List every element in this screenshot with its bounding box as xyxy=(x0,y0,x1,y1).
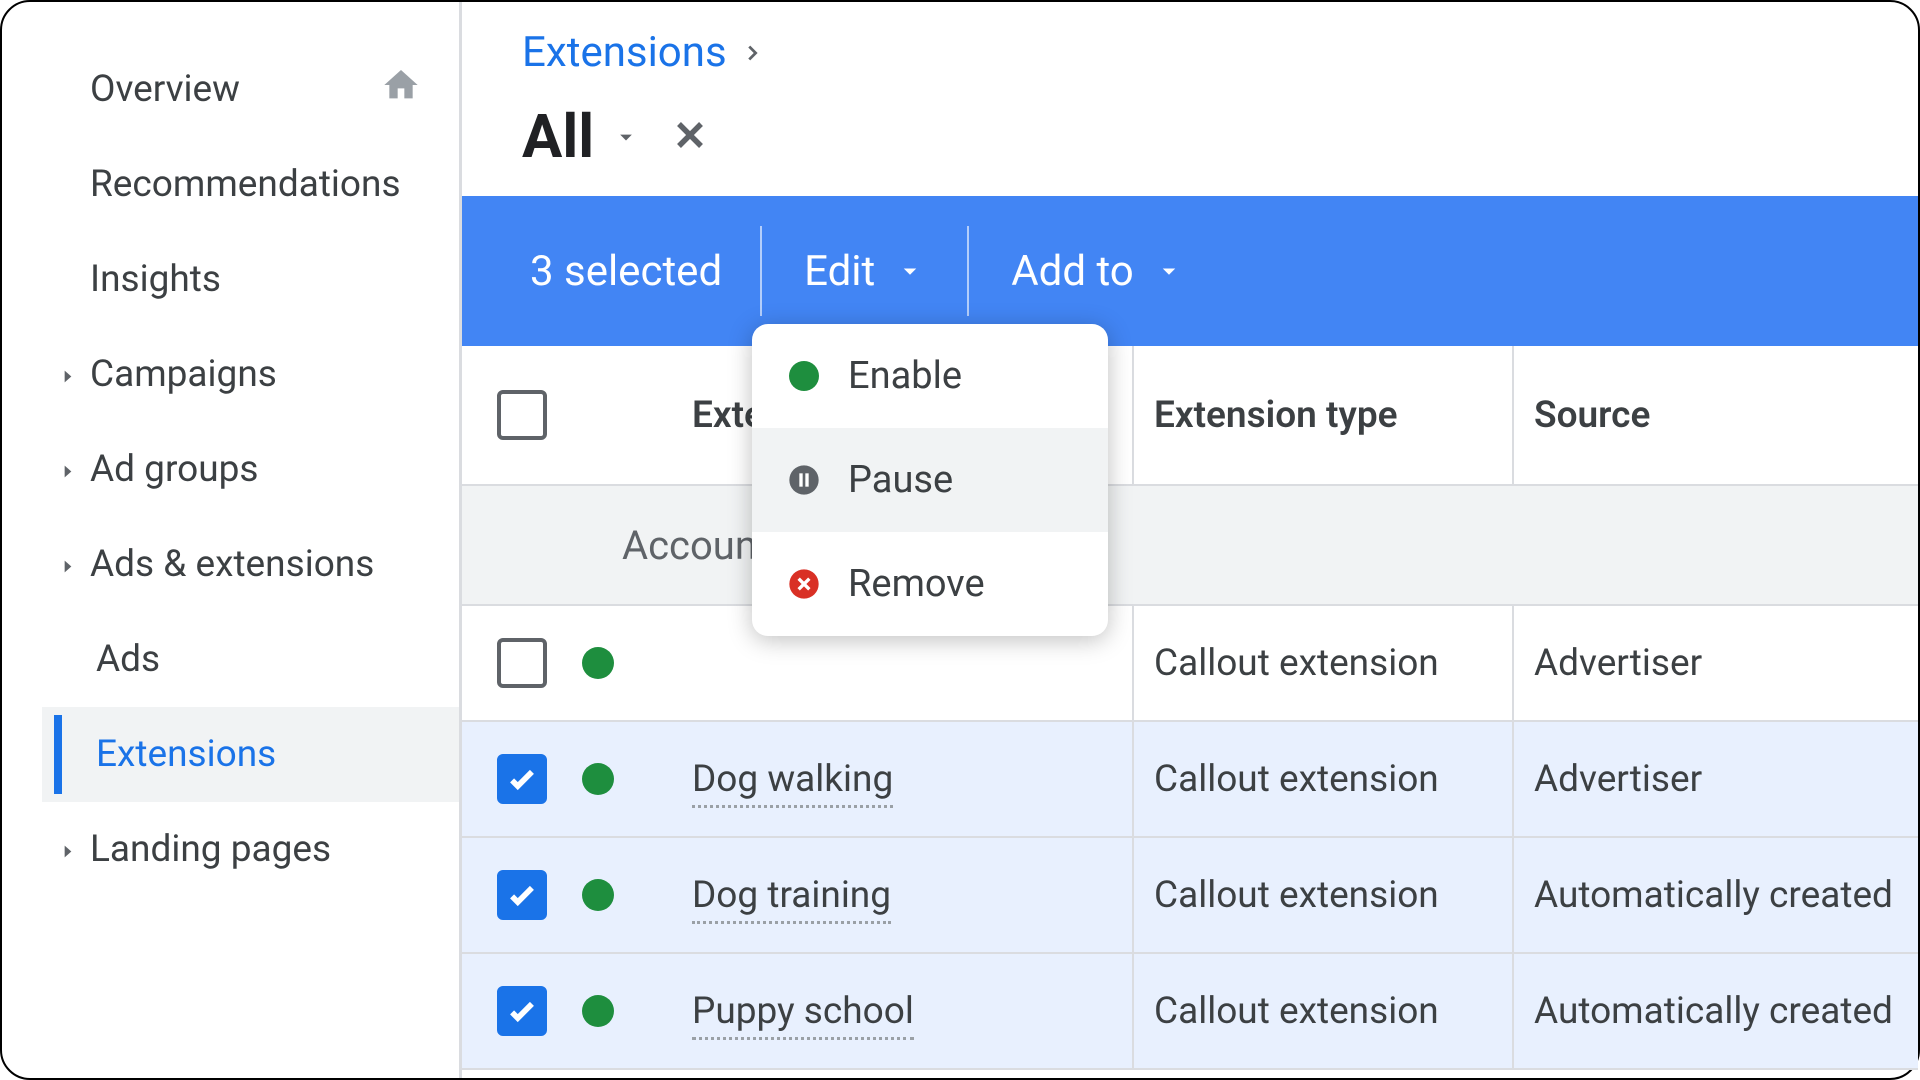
extensions-table: Extension Extension type Source Account … xyxy=(462,346,1918,1078)
table-header-row: Extension Extension type Source xyxy=(462,346,1918,486)
sidebar-item-recommendations[interactable]: Recommendations xyxy=(42,137,459,232)
sidebar-item-overview[interactable]: Overview xyxy=(42,42,459,137)
sidebar-item-insights[interactable]: Insights xyxy=(42,232,459,327)
add-to-dropdown-button[interactable]: Add to xyxy=(979,247,1215,296)
chevron-right-icon xyxy=(58,448,78,491)
status-enabled-icon xyxy=(582,647,614,679)
extension-name-link[interactable]: Dog training xyxy=(692,874,891,924)
group-label: Account xyxy=(622,522,770,569)
sidebar-item-label: Ad groups xyxy=(90,448,259,491)
chevron-right-icon xyxy=(58,543,78,586)
row-checkbox[interactable] xyxy=(497,638,547,688)
select-all-checkbox[interactable] xyxy=(497,390,547,440)
table-row: Dog walking Callout extension Advertiser xyxy=(462,722,1918,838)
breadcrumb: Extensions xyxy=(462,2,1918,95)
close-filter-button[interactable] xyxy=(668,113,712,161)
sidebar-item-ads-and-extensions[interactable]: Ads & extensions xyxy=(42,517,459,612)
cell-extension-type: Callout extension xyxy=(1132,606,1512,720)
sidebar-item-label: Campaigns xyxy=(90,353,277,396)
divider xyxy=(967,226,969,316)
bulk-action-bar: 3 selected Edit Add to xyxy=(462,196,1918,346)
table-row: Callout extension Advertiser xyxy=(462,606,1918,722)
chevron-down-icon xyxy=(612,123,640,151)
sidebar-item-ad-groups[interactable]: Ad groups xyxy=(42,422,459,517)
column-header-source[interactable]: Source xyxy=(1512,346,1912,484)
sidebar-item-ads[interactable]: Ads xyxy=(42,612,459,707)
chevron-down-icon xyxy=(1154,256,1184,286)
breadcrumb-label: Extensions xyxy=(522,28,727,77)
sidebar-item-landing-pages[interactable]: Landing pages xyxy=(42,802,459,897)
cell-source: Automatically created xyxy=(1512,954,1912,1068)
sidebar-item-label: Ads & extensions xyxy=(90,543,374,586)
row-checkbox[interactable] xyxy=(497,754,547,804)
row-checkbox[interactable] xyxy=(497,986,547,1036)
add-to-label: Add to xyxy=(1011,247,1133,296)
remove-circle-icon xyxy=(786,568,822,600)
close-icon xyxy=(668,113,712,157)
sidebar-item-extensions[interactable]: Extensions xyxy=(42,707,459,802)
table-group-row: Account xyxy=(462,486,1918,606)
row-checkbox[interactable] xyxy=(497,870,547,920)
cell-extension-type: Callout extension xyxy=(1132,722,1512,836)
chevron-right-icon xyxy=(741,42,763,64)
dropdown-item-label: Enable xyxy=(848,354,962,398)
sidebar: Overview Recommendations Insights Campai… xyxy=(2,2,462,1078)
table-row: Dog training Callout extension Automatic… xyxy=(462,838,1918,954)
status-enabled-icon xyxy=(582,995,614,1027)
dropdown-item-enable[interactable]: Enable xyxy=(752,324,1108,428)
home-icon xyxy=(381,65,421,115)
edit-dropdown-button[interactable]: Edit xyxy=(772,247,957,296)
dropdown-item-label: Remove xyxy=(848,562,985,606)
dropdown-item-label: Pause xyxy=(848,458,953,502)
sidebar-item-campaigns[interactable]: Campaigns xyxy=(42,327,459,422)
pause-circle-icon xyxy=(786,464,822,496)
filter-row: All xyxy=(462,95,1918,196)
cell-source: Advertiser xyxy=(1512,722,1912,836)
edit-label: Edit xyxy=(804,247,875,296)
table-row: Puppy school Callout extension Automatic… xyxy=(462,954,1918,1070)
filter-dropdown[interactable]: All xyxy=(522,101,640,172)
dropdown-item-remove[interactable]: Remove xyxy=(752,532,1108,636)
cell-source: Advertiser xyxy=(1512,606,1912,720)
sidebar-item-label: Overview xyxy=(90,68,240,111)
sidebar-item-label: Recommendations xyxy=(90,163,401,206)
dropdown-item-pause[interactable]: Pause xyxy=(752,428,1108,532)
green-dot-icon xyxy=(786,361,822,391)
main-content: Extensions All 3 selected Edit Add to xyxy=(462,2,1918,1078)
sidebar-item-label: Insights xyxy=(90,258,221,301)
filter-label-text: All xyxy=(522,101,594,172)
edit-dropdown-menu: Enable Pause Remove xyxy=(752,324,1108,636)
selected-count: 3 selected xyxy=(502,247,750,296)
cell-extension-type: Callout extension xyxy=(1132,954,1512,1068)
sidebar-item-label: Landing pages xyxy=(90,828,331,871)
extension-name-link[interactable]: Puppy school xyxy=(692,990,914,1040)
status-enabled-icon xyxy=(582,763,614,795)
extension-name-link[interactable]: Dog walking xyxy=(692,758,893,808)
cell-extension-type: Callout extension xyxy=(1132,838,1512,952)
breadcrumb-link-extensions[interactable]: Extensions xyxy=(522,28,763,77)
column-header-type[interactable]: Extension type xyxy=(1132,346,1512,484)
cell-source: Automatically created xyxy=(1512,838,1912,952)
sidebar-item-label: Extensions xyxy=(96,733,276,776)
status-enabled-icon xyxy=(582,879,614,911)
chevron-right-icon xyxy=(58,828,78,871)
chevron-right-icon xyxy=(58,353,78,396)
divider xyxy=(760,226,762,316)
chevron-down-icon xyxy=(895,256,925,286)
sidebar-item-label: Ads xyxy=(96,638,160,681)
